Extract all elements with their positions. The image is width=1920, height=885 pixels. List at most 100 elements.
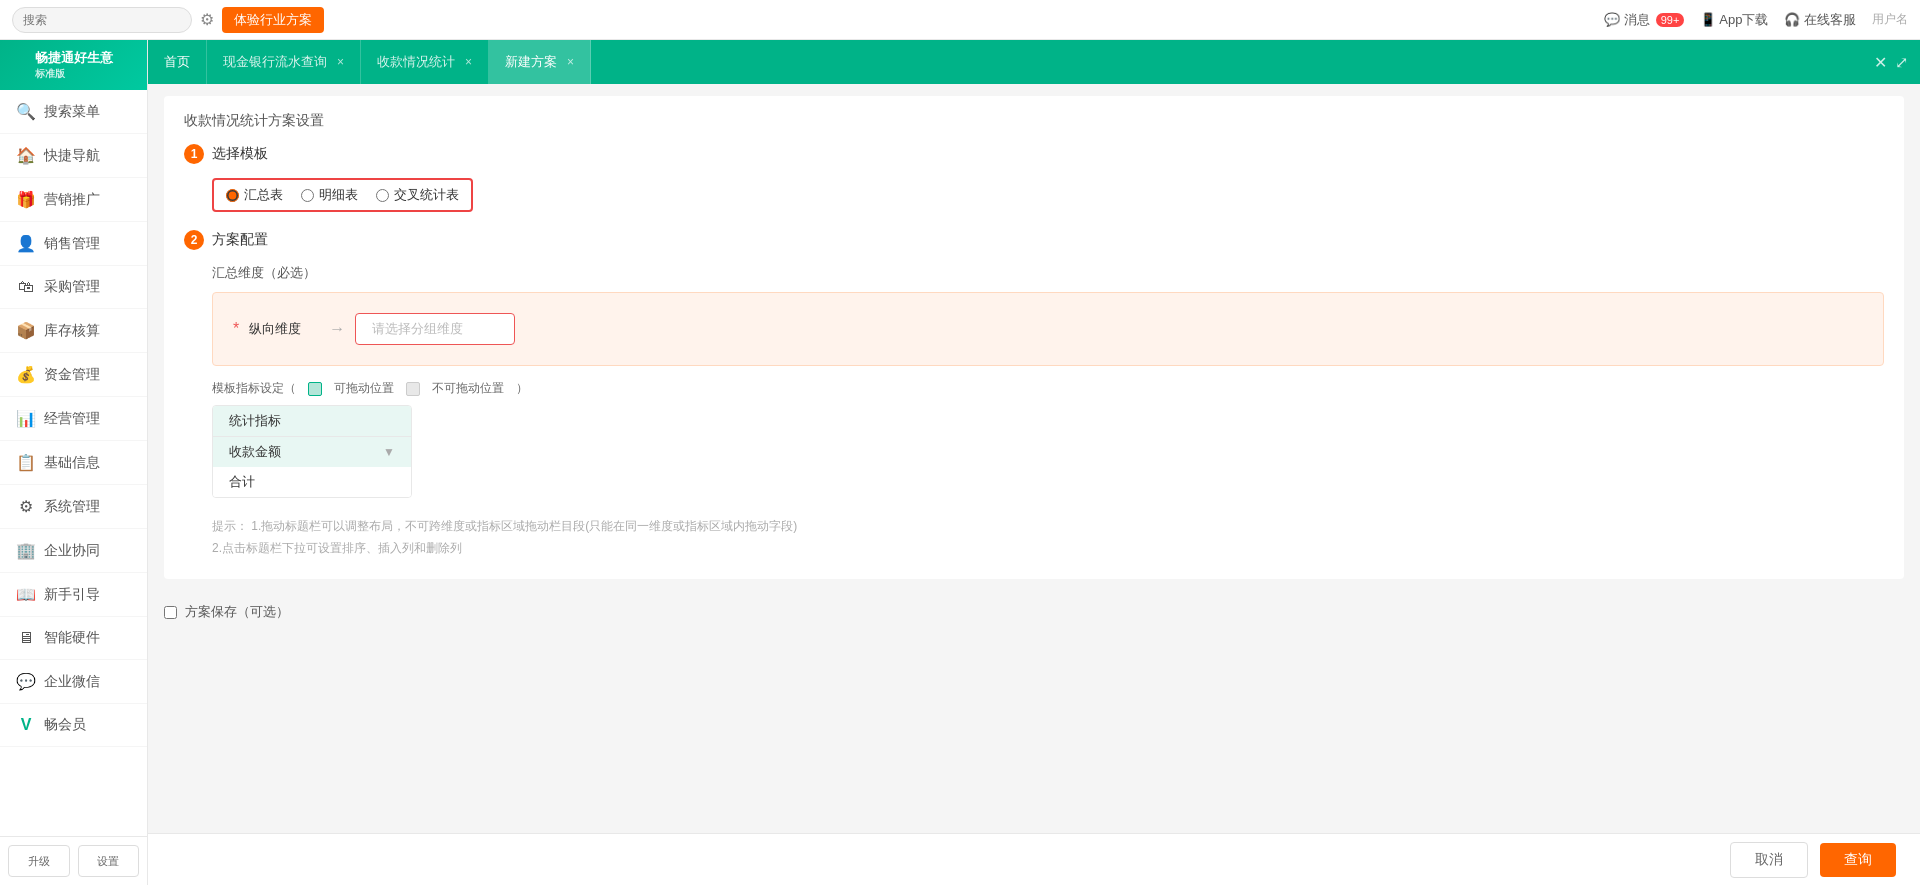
member-icon: V	[16, 716, 36, 734]
indicator-legend: 模板指标设定（ 可拖动位置 不可拖动位置 ）	[212, 380, 1884, 397]
page-content: 收款情况统计方案设置 1 选择模板 汇总表 明细表	[148, 84, 1920, 833]
sidebar-item-guide[interactable]: 📖 新手引导	[0, 573, 147, 617]
dim-arrow: →	[329, 320, 345, 338]
tab-bank-flow[interactable]: 现金银行流水查询 ×	[207, 40, 361, 84]
tab-home[interactable]: 首页	[148, 40, 207, 84]
sales-icon: 👤	[16, 234, 36, 253]
gear-icon[interactable]: ⚙	[200, 10, 214, 29]
sidebar-item-inventory[interactable]: 📦 库存核算	[0, 309, 147, 353]
sidebar-label: 库存核算	[44, 322, 100, 340]
sidebar-item-sales[interactable]: 👤 销售管理	[0, 222, 147, 266]
message-badge: 99+	[1656, 13, 1685, 27]
tab-bank-flow-label: 现金银行流水查询	[223, 53, 327, 71]
radio-detail[interactable]: 明细表	[301, 186, 358, 204]
legend-label-prefix: 模板指标设定（	[212, 380, 296, 397]
section1-num: 1	[184, 144, 204, 164]
sidebar-item-finance[interactable]: 💰 资金管理	[0, 353, 147, 397]
section2-num: 2	[184, 230, 204, 250]
basic-info-icon: 📋	[16, 453, 36, 472]
sidebar-label: 快捷导航	[44, 147, 100, 165]
sidebar-label: 系统管理	[44, 498, 100, 516]
indicator-row-label: 收款金额	[229, 443, 281, 461]
sidebar-item-quick-nav[interactable]: 🏠 快捷导航	[0, 134, 147, 178]
dimension-area: * 纵向维度 → 请选择分组维度	[212, 292, 1884, 366]
sidebar-label: 营销推广	[44, 191, 100, 209]
chevron-down-icon: ▼	[383, 445, 395, 459]
tab-new-plan[interactable]: 新建方案 ×	[489, 40, 591, 84]
radio-summary[interactable]: 汇总表	[226, 186, 283, 204]
tab-controls: ✕ ⤢	[1874, 40, 1920, 84]
sidebar-item-basic-info[interactable]: 📋 基础信息	[0, 441, 147, 485]
radio-detail-label: 明细表	[319, 186, 358, 204]
indicator-row-collection[interactable]: 收款金额 ▼	[213, 437, 411, 467]
tips-area: 提示： 1.拖动标题栏可以调整布局，不可跨维度或指标区域拖动栏目段(只能在同一维…	[212, 516, 1884, 559]
sidebar-label: 基础信息	[44, 454, 100, 472]
config-card: 收款情况统计方案设置 1 选择模板 汇总表 明细表	[164, 96, 1904, 579]
sidebar-item-enterprise[interactable]: 🏢 企业协同	[0, 529, 147, 573]
sidebar-label: 企业协同	[44, 542, 100, 560]
radio-cross-label: 交叉统计表	[394, 186, 459, 204]
industry-btn[interactable]: 体验行业方案	[222, 7, 324, 33]
marketing-icon: 🎁	[16, 190, 36, 209]
tab-collection-stat-close[interactable]: ×	[465, 55, 472, 69]
tab-collection-stat-label: 收款情况统计	[377, 53, 455, 71]
bottom-bar: 取消 查询	[148, 833, 1920, 885]
radio-cross[interactable]: 交叉统计表	[376, 186, 459, 204]
sidebar-item-marketing[interactable]: 🎁 营销推广	[0, 178, 147, 222]
top-bar-left: ⚙ 体验行业方案	[12, 7, 324, 33]
tab-home-label: 首页	[164, 53, 190, 71]
main-layout: 畅捷通好生意 标准版 🔍 搜索菜单 🏠 快捷导航 🎁 营销推广 👤 销售管理 🛍…	[0, 40, 1920, 885]
indicator-settings: 模板指标设定（ 可拖动位置 不可拖动位置 ） 统计指标 收款金额	[212, 380, 1884, 502]
template-selection-box: 汇总表 明细表 交叉统计表	[212, 178, 473, 212]
sidebar-label: 搜索菜单	[44, 103, 100, 121]
legend-fixed-box	[406, 382, 420, 396]
sidebar-label: 企业微信	[44, 673, 100, 691]
sidebar-item-purchase[interactable]: 🛍 采购管理	[0, 266, 147, 309]
search-input[interactable]	[12, 7, 192, 33]
tip-line2: 2.点击标题栏下拉可设置排序、插入列和删除列	[212, 538, 1884, 560]
sidebar-item-search-menu[interactable]: 🔍 搜索菜单	[0, 90, 147, 134]
tab-bank-flow-close[interactable]: ×	[337, 55, 344, 69]
system-icon: ⚙	[16, 497, 36, 516]
wechat-icon: 💬	[16, 672, 36, 691]
indicator-table: 统计指标 收款金额 ▼ 合计	[212, 405, 412, 498]
indicator-header: 统计指标	[213, 406, 411, 437]
settings-btn[interactable]: 设置	[78, 845, 140, 877]
legend-fixed-label: 不可拖动位置	[432, 380, 504, 397]
logo-sub-text: 标准版	[35, 67, 113, 81]
sidebar-item-member[interactable]: V 畅会员	[0, 704, 147, 747]
sidebar-item-hardware[interactable]: 🖥 智能硬件	[0, 617, 147, 660]
tip-line1: 提示： 1.拖动标题栏可以调整布局，不可跨维度或指标区域拖动栏目段(只能在同一维…	[212, 516, 1884, 538]
sidebar-label: 采购管理	[44, 278, 100, 296]
purchase-icon: 🛍	[16, 278, 36, 296]
sidebar-item-system[interactable]: ⚙ 系统管理	[0, 485, 147, 529]
section2-title: 方案配置	[212, 231, 268, 249]
save-area: 方案保存（可选）	[148, 591, 1920, 637]
top-bar: ⚙ 体验行业方案 💬 消息 99+ 📱 App下载 🎧 在线客服 用户名	[0, 0, 1920, 40]
sidebar-item-wechat[interactable]: 💬 企业微信	[0, 660, 147, 704]
sidebar-label: 资金管理	[44, 366, 100, 384]
sidebar-item-operations[interactable]: 📊 经营管理	[0, 397, 147, 441]
quick-nav-icon: 🏠	[16, 146, 36, 165]
message-icon[interactable]: 💬 消息 99+	[1604, 11, 1684, 29]
top-bar-right: 💬 消息 99+ 📱 App下载 🎧 在线客服 用户名	[1604, 11, 1908, 29]
query-button[interactable]: 查询	[1820, 843, 1896, 877]
sidebar-label: 智能硬件	[44, 629, 100, 647]
radio-summary-label: 汇总表	[244, 186, 283, 204]
dim-selector-placeholder: 请选择分组维度	[372, 321, 463, 336]
message-label: 消息	[1624, 12, 1650, 27]
tab-new-plan-close[interactable]: ×	[567, 55, 574, 69]
service-label[interactable]: 🎧 在线客服	[1784, 11, 1856, 29]
upgrade-btn[interactable]: 升级	[8, 845, 70, 877]
finance-icon: 💰	[16, 365, 36, 384]
save-checkbox[interactable]	[164, 606, 177, 619]
dim-selector[interactable]: 请选择分组维度	[355, 313, 515, 345]
logo-main-text: 畅捷通好生意	[35, 49, 113, 67]
maximize-btn[interactable]: ⤢	[1895, 53, 1908, 72]
tab-collection-stat[interactable]: 收款情况统计 ×	[361, 40, 489, 84]
sidebar-label: 新手引导	[44, 586, 100, 604]
close-window-btn[interactable]: ✕	[1874, 53, 1887, 72]
sidebar-label: 经营管理	[44, 410, 100, 428]
cancel-button[interactable]: 取消	[1730, 842, 1808, 878]
download-label[interactable]: 📱 App下载	[1700, 11, 1768, 29]
